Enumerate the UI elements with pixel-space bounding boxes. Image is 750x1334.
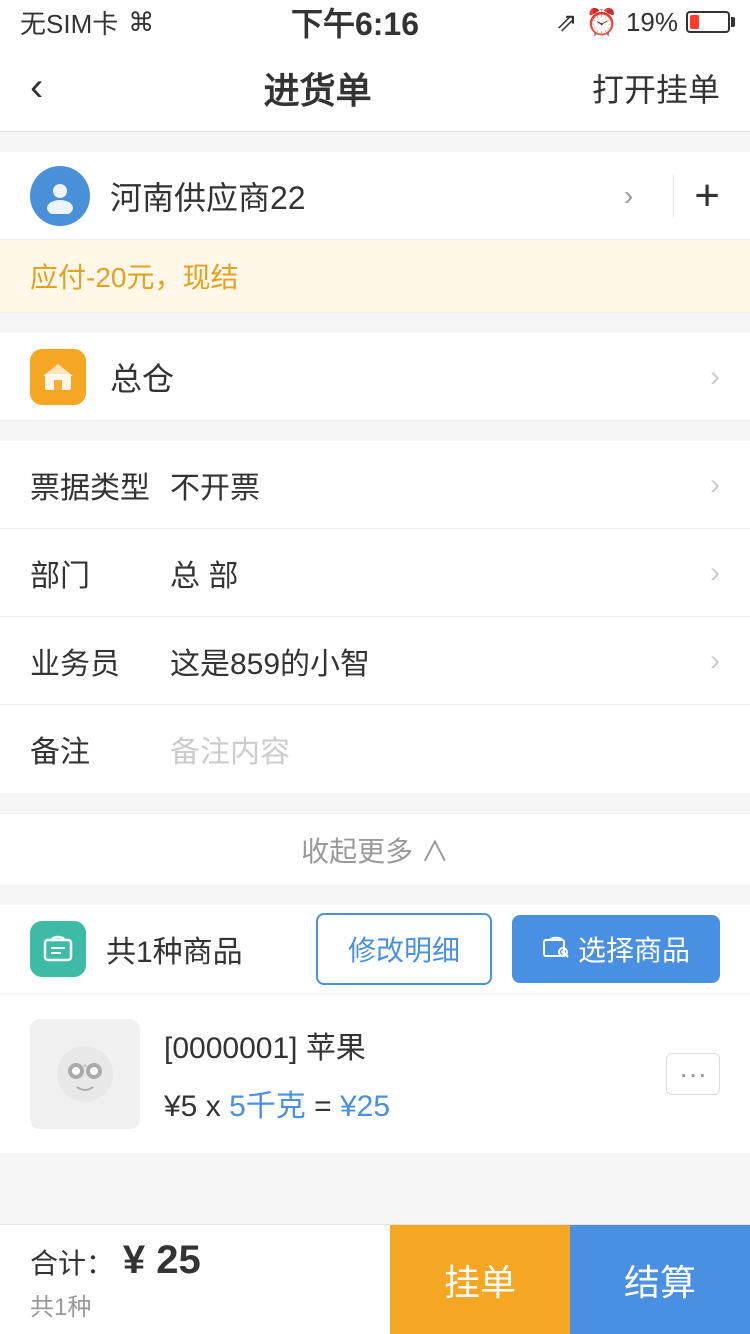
select-product-button[interactable]: 选择商品 (512, 915, 720, 983)
page-title: 进货单 (264, 62, 372, 114)
select-product-label: 选择商品 (578, 929, 690, 969)
total-amount: ¥ 25 (123, 1238, 201, 1282)
product-equals: = (314, 1090, 340, 1123)
open-hang-button[interactable]: 打开挂单 (592, 65, 720, 111)
product-unit-price: ¥5 (164, 1090, 197, 1123)
product-times: x (206, 1090, 229, 1123)
status-left: 无SIM卡 ⌘ (20, 4, 154, 41)
invoice-type-row[interactable]: 票据类型 不开票 › (0, 441, 750, 529)
department-value: 总 部 (150, 551, 710, 595)
salesperson-chevron-icon: › (710, 644, 720, 678)
product-quantity: 5千克 (229, 1090, 306, 1123)
product-title: 苹果 (306, 1032, 366, 1065)
department-row[interactable]: 部门 总 部 › (0, 529, 750, 617)
status-bar: 无SIM卡 ⌘ 下午6:16 ⇗ ⏰ 19% (0, 0, 750, 44)
invoice-type-label: 票据类型 (30, 463, 150, 507)
supplier-chevron-icon: › (624, 180, 633, 212)
modify-detail-button[interactable]: 修改明细 (316, 913, 492, 985)
department-chevron-icon: › (710, 556, 720, 590)
product-price-row: ¥5 x 5千克 = ¥25 (164, 1081, 642, 1125)
invoice-type-value: 不开票 (150, 463, 710, 507)
wifi-icon: ⌘ (128, 7, 154, 38)
product-item: [0000001] 苹果 ¥5 x 5千克 = ¥25 ··· (0, 995, 750, 1153)
total-row: 合计： ¥ 25 (30, 1238, 360, 1283)
section-divider-1 (0, 132, 750, 152)
remark-row[interactable]: 备注 备注内容 (0, 705, 750, 793)
total-count: 共1种 (30, 1287, 360, 1322)
remark-placeholder: 备注内容 (150, 727, 720, 771)
product-info: [0000001] 苹果 ¥5 x 5千克 = ¥25 (164, 1023, 642, 1125)
salesperson-row[interactable]: 业务员 这是859的小智 › (0, 617, 750, 705)
carrier-text: 无SIM卡 (20, 4, 118, 41)
location-icon: ⇗ (556, 7, 578, 38)
department-label: 部门 (30, 551, 150, 595)
total-label: 合计： (30, 1248, 114, 1279)
warehouse-name: 总仓 (110, 354, 710, 400)
alarm-icon: ⏰ (586, 7, 618, 38)
product-name: [0000001] 苹果 (164, 1023, 642, 1067)
supplier-avatar (30, 166, 90, 226)
warehouse-icon-wrap (30, 349, 86, 405)
hang-button[interactable]: 挂单 (390, 1225, 570, 1334)
battery-icon (686, 11, 730, 33)
products-count: 共1种商品 (106, 927, 296, 971)
product-total: ¥25 (340, 1090, 390, 1123)
product-more-button[interactable]: ··· (666, 1053, 720, 1095)
back-button[interactable]: ‹ (30, 65, 43, 110)
products-header: 共1种商品 修改明细 选择商品 (0, 905, 750, 993)
remark-label: 备注 (30, 727, 150, 771)
supplier-divider (673, 174, 674, 218)
warehouse-row[interactable]: 总仓 › (0, 333, 750, 421)
collapse-text: 收起更多 ∧ (301, 830, 449, 870)
add-button[interactable]: + (694, 171, 720, 221)
info-banner: 应付-20元，现结 (0, 240, 750, 313)
form-section: 票据类型 不开票 › 部门 总 部 › 业务员 这是859的小智 › 备注 备注… (0, 441, 750, 793)
collapse-bar[interactable]: 收起更多 ∧ (0, 813, 750, 885)
info-banner-text: 应付-20元，现结 (30, 262, 238, 293)
total-section: 合计： ¥ 25 共1种 (0, 1238, 390, 1322)
product-thumbnail (30, 1019, 140, 1129)
supplier-row[interactable]: 河南供应商22 › + (0, 152, 750, 240)
invoice-type-chevron-icon: › (710, 468, 720, 502)
product-code: [0000001] (164, 1032, 297, 1065)
warehouse-chevron-icon: › (710, 360, 720, 394)
salesperson-value: 这是859的小智 (150, 639, 710, 683)
bottom-bar: 合计： ¥ 25 共1种 挂单 结算 (0, 1224, 750, 1334)
nav-bar: ‹ 进货单 打开挂单 (0, 44, 750, 132)
checkout-button[interactable]: 结算 (570, 1225, 750, 1334)
supplier-name: 河南供应商22 (110, 173, 624, 219)
status-time: 下午6:16 (291, 0, 419, 45)
products-icon-wrap (30, 921, 86, 977)
salesperson-label: 业务员 (30, 639, 150, 683)
battery-percentage: 19% (626, 7, 678, 38)
status-right: ⇗ ⏰ 19% (556, 7, 730, 38)
